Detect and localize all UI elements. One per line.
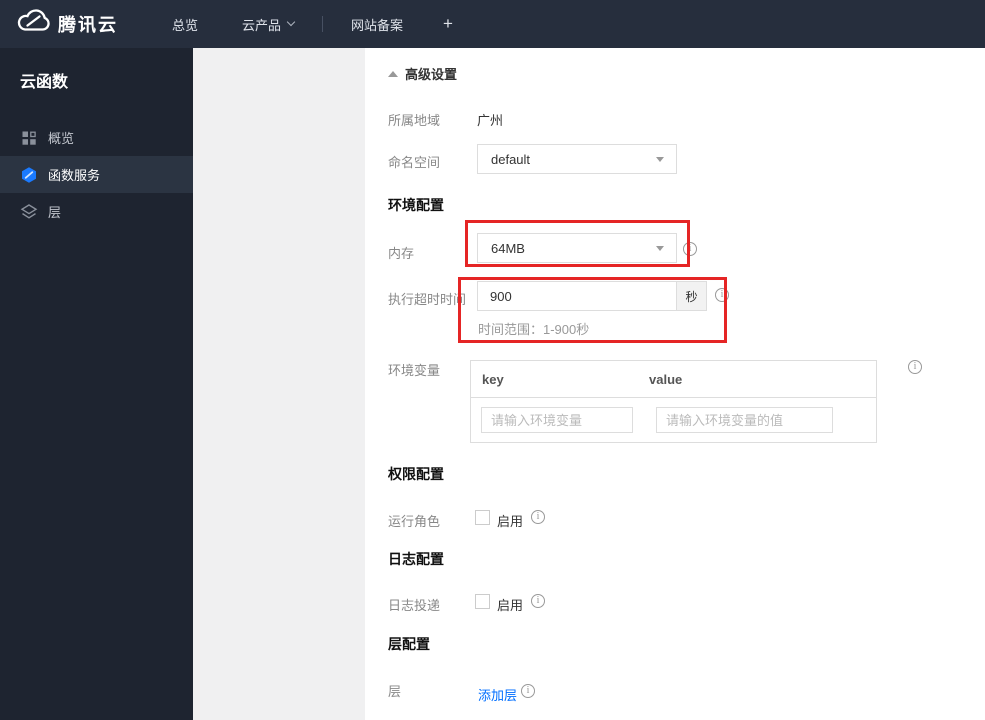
run-role-info-icon[interactable] — [531, 510, 545, 524]
run-role-checkbox[interactable] — [475, 510, 490, 525]
sidebar-menu: 概览 函数服务 层 — [0, 119, 193, 230]
grid-icon — [20, 129, 38, 147]
env-vars-header-row: key value — [471, 361, 876, 398]
top-navbar: 腾讯云 总览 云产品 网站备案 + — [0, 0, 985, 48]
timeout-info-icon[interactable] — [715, 288, 729, 302]
timeout-label: 执行超时时间 — [388, 292, 467, 307]
sidebar-item-function-service[interactable]: 函数服务 — [0, 156, 193, 193]
section-title-layer-config: 层配置 — [388, 636, 430, 652]
run-role-label: 运行角色 — [388, 514, 441, 529]
advanced-settings-toggle[interactable]: 高级设置 — [388, 64, 457, 83]
sidebar-item-label: 层 — [48, 205, 62, 220]
memory-info-icon[interactable] — [683, 242, 697, 256]
namespace-select[interactable]: default — [477, 144, 677, 174]
chevron-down-icon — [286, 17, 296, 27]
section-title-env-config: 环境配置 — [388, 197, 444, 213]
memory-select[interactable]: 64MB — [477, 233, 677, 263]
add-layer-info-icon[interactable] — [521, 684, 535, 698]
function-hexagon-icon — [20, 166, 38, 184]
nav-item-icp-filing[interactable]: 网站备案 — [329, 0, 425, 48]
env-value-input[interactable] — [656, 407, 833, 433]
timeout-input[interactable] — [477, 281, 677, 311]
env-value-header: value — [649, 371, 683, 387]
timeout-input-group: 秒 — [477, 281, 707, 311]
caret-down-icon — [656, 157, 664, 162]
sidebar-title: 云函数 — [20, 74, 69, 91]
sidebar: 云函数 概览 函数服务 层 — [0, 48, 193, 720]
advanced-settings-label: 高级设置 — [405, 67, 458, 82]
collapsed-panel-background — [193, 48, 365, 720]
add-layer-link[interactable]: 添加层 — [478, 685, 517, 704]
collapse-arrow-icon — [388, 70, 398, 77]
log-delivery-info-icon[interactable] — [531, 594, 545, 608]
section-title-perm-config: 权限配置 — [388, 466, 444, 482]
timeout-range-hint: 时间范围：1-900秒 — [478, 322, 590, 337]
caret-down-icon — [656, 246, 664, 251]
sidebar-item-label: 函数服务 — [48, 168, 101, 183]
logo-text: 腾讯云 — [58, 15, 118, 35]
namespace-label: 命名空间 — [388, 155, 441, 170]
layer-label: 层 — [388, 684, 402, 699]
sidebar-item-overview[interactable]: 概览 — [0, 119, 193, 156]
env-key-header: key — [482, 371, 504, 387]
log-delivery-checkbox[interactable] — [475, 594, 490, 609]
function-config-form: 高级设置 所属地域 广州 命名空间 default 环境配置 内存 64MB 执… — [365, 48, 985, 720]
nav-add-button[interactable]: + — [425, 0, 471, 48]
sidebar-item-layers[interactable]: 层 — [0, 193, 193, 230]
timeout-unit-addon: 秒 — [677, 281, 707, 311]
nav-item-label: 云产品 — [242, 17, 282, 33]
nav-item-label: 网站备案 — [351, 17, 404, 33]
nav-divider — [322, 16, 324, 32]
nav-item-label: 总览 — [172, 17, 199, 33]
tencent-cloud-logo[interactable]: 腾讯云 — [16, 8, 118, 40]
nav-menu: 总览 云产品 网站备案 + — [150, 0, 471, 48]
env-key-input[interactable] — [481, 407, 633, 433]
tencent-cloud-console: 腾讯云 总览 云产品 网站备案 + 云函数 概览 函数服务 层 高级设置 所属地… — [0, 0, 985, 720]
sidebar-item-label: 概览 — [48, 131, 75, 146]
region-label: 所属地域 — [388, 113, 441, 128]
namespace-selected-value: default — [491, 151, 531, 167]
memory-label: 内存 — [388, 246, 415, 261]
memory-selected-value: 64MB — [491, 240, 525, 256]
log-delivery-label: 日志投递 — [388, 598, 441, 613]
cloud-logo-icon — [16, 8, 50, 40]
plus-icon: + — [443, 14, 453, 33]
layers-icon — [20, 203, 38, 221]
env-vars-input-row — [471, 398, 876, 442]
env-vars-info-icon[interactable] — [908, 360, 922, 374]
nav-item-cloud-products[interactable]: 云产品 — [220, 0, 316, 48]
env-vars-label: 环境变量 — [388, 363, 441, 378]
log-delivery-enable-label: 启用 — [497, 598, 524, 613]
run-role-enable-label: 启用 — [497, 514, 524, 529]
region-value: 广州 — [477, 113, 504, 128]
env-vars-table: key value — [470, 360, 877, 443]
section-title-log-config: 日志配置 — [388, 551, 444, 567]
nav-item-overview[interactable]: 总览 — [150, 0, 220, 48]
